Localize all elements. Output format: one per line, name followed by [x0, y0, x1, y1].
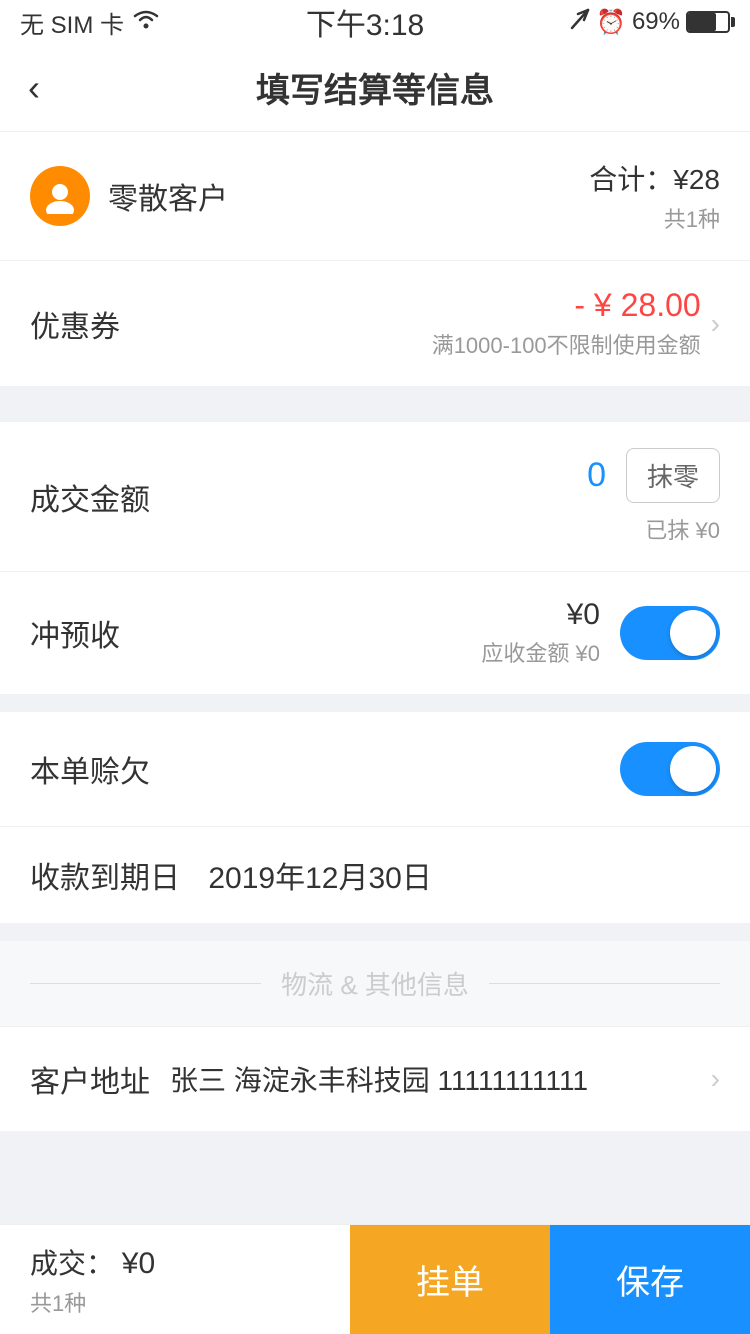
- prepayment-sub: 应收金额 ¥0: [481, 636, 600, 668]
- debt-row: 本单赊欠: [0, 712, 750, 826]
- prepayment-value: ¥0: [481, 598, 600, 632]
- customer-count: 共1种: [589, 202, 720, 234]
- bottom-bar: 成交： ¥0 共1种 挂单 保存: [0, 1224, 750, 1334]
- wifi-icon: [132, 8, 160, 36]
- bottom-deal-row: 成交： ¥0: [30, 1242, 320, 1282]
- address-chevron-icon: ›: [711, 1063, 720, 1095]
- round-zero-button[interactable]: 抹零: [626, 448, 720, 503]
- logistics-divider: 物流 & 其他信息: [0, 941, 750, 1026]
- debt-toggle[interactable]: [620, 742, 720, 796]
- location-icon: [570, 8, 590, 37]
- transaction-value: 0: [587, 456, 606, 495]
- customer-avatar: [30, 166, 90, 226]
- save-button[interactable]: 保存: [550, 1225, 750, 1334]
- debt-label: 本单赊欠: [30, 747, 150, 791]
- gray-divider-1: [0, 404, 750, 422]
- customer-left: 零散客户: [30, 166, 228, 226]
- gray-divider-3: [0, 923, 750, 941]
- prepayment-row: 冲预收 ¥0 应收金额 ¥0: [0, 572, 750, 694]
- coupon-discount: - ¥ 28.00: [432, 287, 701, 324]
- customer-section: 零散客户 合计：¥28 共1种 优惠券 - ¥ 28.00 满1000-100不…: [0, 132, 750, 386]
- content: 零散客户 合计：¥28 共1种 优惠券 - ¥ 28.00 满1000-100不…: [0, 132, 750, 1251]
- bottom-info: 成交： ¥0 共1种: [0, 1242, 350, 1318]
- coupon-desc: 满1000-100不限制使用金额: [432, 328, 701, 360]
- status-bar: 无 SIM 卡 下午3:18 ⏰ 69%: [0, 0, 750, 44]
- transaction-right: 0 抹零: [587, 448, 720, 503]
- address-row[interactable]: 客户地址 张三 海淀永丰科技园 11111111111 ›: [0, 1026, 750, 1131]
- status-left: 无 SIM 卡: [20, 5, 160, 40]
- address-value: 张三 海淀永丰科技园 11111111111: [170, 1059, 711, 1099]
- debt-toggle-thumb: [670, 746, 716, 792]
- transaction-row: 成交金额 0 抹零 已抹 ¥0: [0, 422, 750, 572]
- logistics-section: 物流 & 其他信息 客户地址 张三 海淀永丰科技园 11111111111 ›: [0, 941, 750, 1131]
- customer-total: 合计：¥28: [589, 158, 720, 198]
- bottom-deal-value: ¥0: [122, 1247, 155, 1280]
- prepayment-label: 冲预收: [30, 611, 120, 655]
- customer-name: 零散客户: [108, 174, 228, 218]
- coupon-label: 优惠券: [30, 302, 120, 346]
- battery-icon: [686, 11, 730, 33]
- prepayment-toggle-thumb: [670, 610, 716, 656]
- debt-section: 本单赊欠 收款到期日 2019年12月30日: [0, 712, 750, 923]
- alarm-icon: ⏰: [596, 8, 626, 37]
- coupon-row[interactable]: 优惠券 - ¥ 28.00 满1000-100不限制使用金额 ›: [0, 260, 750, 386]
- bottom-count: 共1种: [30, 1286, 320, 1318]
- address-label: 客户地址: [30, 1057, 150, 1101]
- bottom-deal-label: 成交：: [30, 1248, 114, 1279]
- customer-row: 零散客户 合计：¥28 共1种: [0, 132, 750, 260]
- form-section: 成交金额 0 抹零 已抹 ¥0 冲预收 ¥0 应收金额 ¥0: [0, 422, 750, 694]
- debt-toggle-track[interactable]: [620, 742, 720, 796]
- prepayment-toggle-track[interactable]: [620, 606, 720, 660]
- due-date-label: 收款到期日: [30, 862, 180, 895]
- carrier-label: 无 SIM 卡: [20, 5, 124, 40]
- status-right: ⏰ 69%: [570, 8, 730, 37]
- coupon-chevron-icon: ›: [711, 308, 720, 340]
- time-label: 下午3:18: [306, 0, 424, 44]
- transaction-sub: 已抹 ¥0: [645, 513, 720, 545]
- nav-bar: ‹ 填写结算等信息: [0, 44, 750, 132]
- due-date-value: 2019年12月30日: [208, 862, 431, 895]
- customer-right: 合计：¥28 共1种: [589, 158, 720, 234]
- due-date-row: 收款到期日 2019年12月30日: [0, 826, 750, 923]
- transaction-label: 成交金额: [30, 475, 150, 519]
- logistics-label: 物流 & 其他信息: [281, 965, 469, 1002]
- prepayment-toggle[interactable]: [620, 606, 720, 660]
- battery-text: 69%: [632, 8, 680, 36]
- page-title: 填写结算等信息: [256, 63, 494, 112]
- gray-divider-2: [0, 694, 750, 712]
- back-button[interactable]: ‹: [28, 67, 40, 109]
- pending-button[interactable]: 挂单: [350, 1225, 550, 1334]
